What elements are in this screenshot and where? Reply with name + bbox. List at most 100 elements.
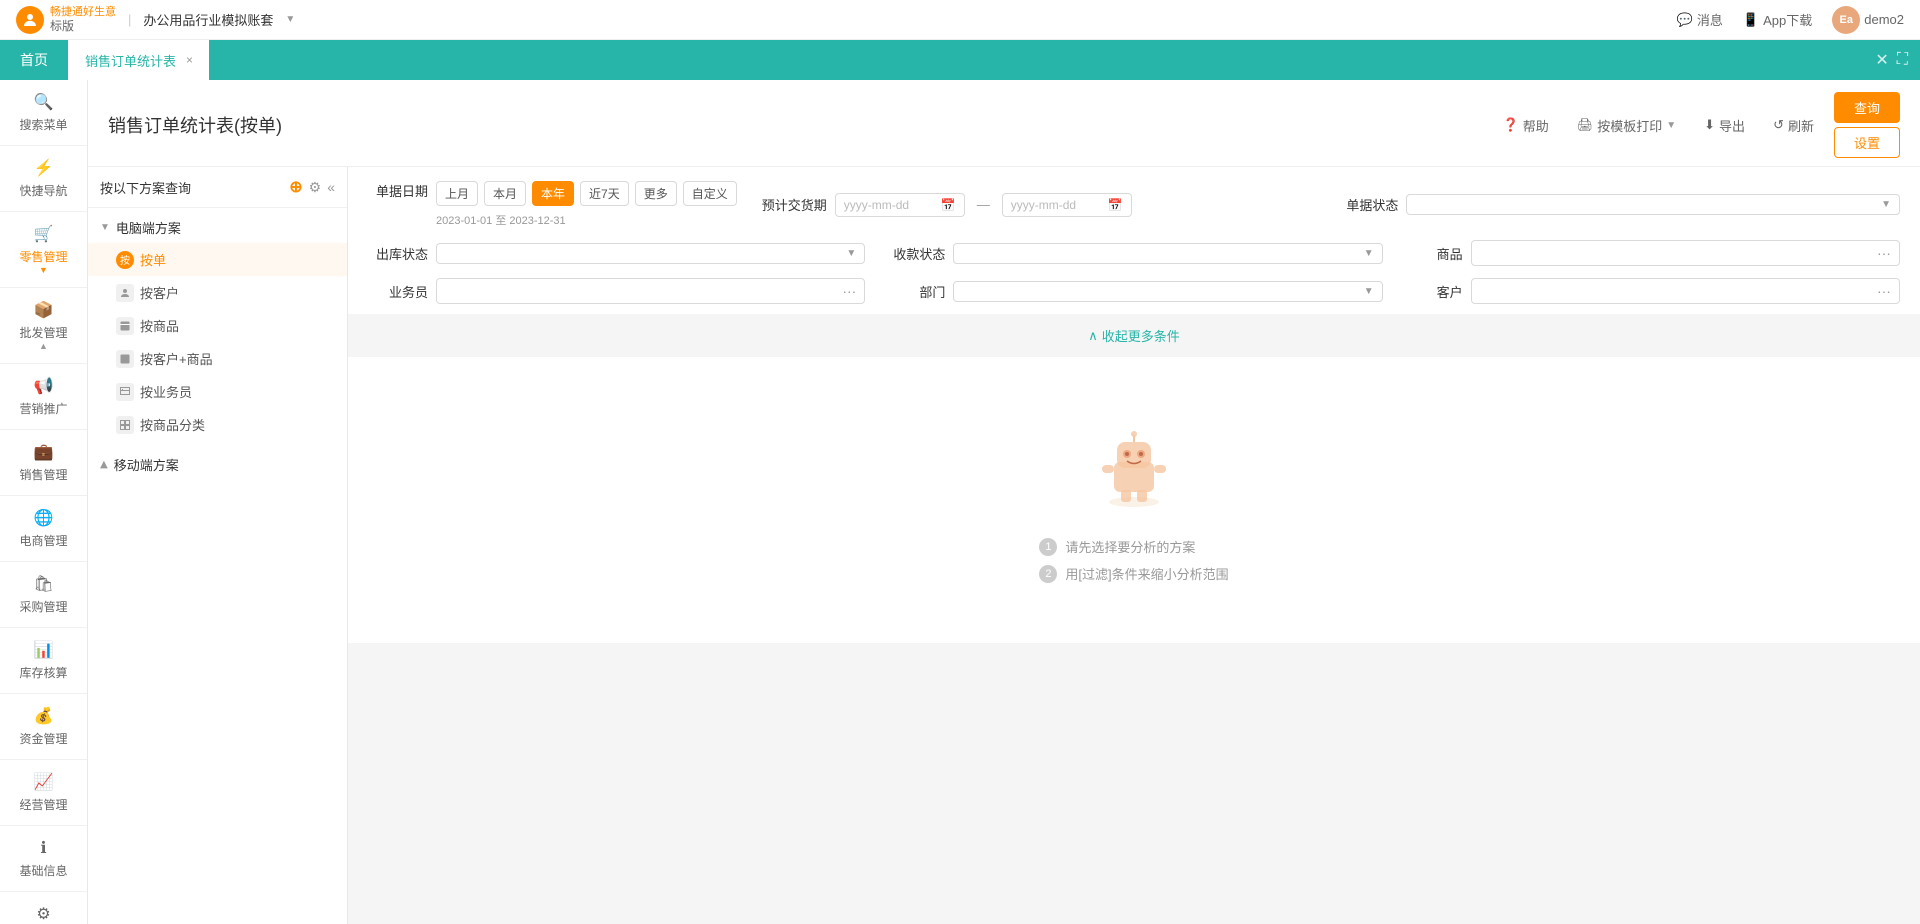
sales-icon: 💼 [34,442,54,462]
desktop-group-arrow: ▼ [100,222,110,233]
sidebar-item-nav[interactable]: ⚡ 快捷导航 [0,146,87,212]
avatar: Ea [1832,6,1860,34]
department-select[interactable]: ▼ [953,281,1382,302]
message-button[interactable]: 💬 消息 [1677,10,1723,29]
date-btn-custom[interactable]: 自定义 [683,181,737,206]
ecommerce-icon: 🌐 [34,508,54,528]
sidebar-item-wholesale[interactable]: 📦 批发管理 ▲ [0,288,87,364]
search-icon: 🔍 [34,92,54,112]
status-select[interactable]: ▼ [1406,194,1900,215]
help-button[interactable]: ❓ 帮助 [1495,112,1557,139]
sidebar-item-retail[interactable]: 🛒 零售管理 ▼ [0,212,87,288]
tab-close-icon[interactable]: × [186,53,193,67]
refresh-icon: ↺ [1773,117,1784,133]
sidebar-item-sales[interactable]: 💼 销售管理 [0,430,87,496]
header-right: 💬 消息 📱 App下载 Ea demo2 [1677,6,1904,34]
payment-select[interactable]: ▼ [953,243,1382,264]
by-salesperson-icon [116,383,134,401]
sidebar-item-search[interactable]: 🔍 搜索菜单 [0,80,87,146]
page-header: 销售订单统计表(按单) ❓ 帮助 🖨 按模板打印 ▼ ⬇ 导出 ↺ 刷新 [88,80,1920,167]
breadcrumb-dropdown-icon[interactable]: ▼ [285,14,295,25]
department-label: 部门 [885,282,945,301]
goods-filter: 商品 ··· [1403,240,1900,266]
salesperson-filter: 业务员 ··· [368,278,865,304]
department-dropdown-icon: ▼ [1364,286,1374,297]
breadcrumb-divider: | [128,12,131,27]
goods-select[interactable]: ··· [1471,240,1900,266]
salesperson-select[interactable]: ··· [436,278,865,304]
tab-bar-right: ✕ ⛶ [1875,50,1920,70]
refresh-button[interactable]: ↺ 刷新 [1765,112,1822,139]
calendar-icon: 📅 [941,198,956,212]
scheme-item-by-category[interactable]: 按商品分类 [88,408,347,441]
scheme-item-by-order[interactable]: 按 按单 [88,243,347,276]
tab-home[interactable]: 首页 [0,40,68,80]
shipment-select[interactable]: ▼ [436,243,865,264]
purchase-icon: 🛍 [33,574,53,594]
tip-2-num: 2 [1039,565,1057,583]
date-btn-7days[interactable]: 近7天 [580,181,629,206]
date-btn-more[interactable]: 更多 [635,181,677,206]
tab-bar: 首页 销售订单统计表 × ✕ ⛶ [0,40,1920,80]
window-expand-icon[interactable]: ⛶ [1897,51,1908,69]
filter-row-2: 出库状态 ▼ 收款状态 ▼ [368,240,1900,266]
by-customer-icon [116,284,134,302]
user-menu[interactable]: Ea demo2 [1832,6,1904,34]
scheme-item-by-customer[interactable]: 按客户 [88,276,347,309]
salesperson-label: 业务员 [368,282,428,301]
sidebar-item-operation[interactable]: 📈 经营管理 [0,760,87,826]
department-filter: 部门 ▼ [885,281,1382,302]
by-category-icon [116,416,134,434]
export-button[interactable]: ⬇ 导出 [1696,112,1753,139]
date-label: 单据日期 [368,181,428,200]
finance-icon: 💰 [34,706,54,726]
scheme-item-by-salesperson[interactable]: 按业务员 [88,375,347,408]
query-button[interactable]: 查询 [1834,92,1900,123]
salesperson-dots: ··· [842,283,856,299]
help-icon: ❓ [1503,117,1519,133]
settings-scheme-icon[interactable]: ⚙ [309,179,322,196]
collapse-icon: ∧ [1088,328,1098,344]
expected-date-start[interactable]: yyyy-mm-dd 📅 [835,193,965,217]
logo-area: 畅捷通好生意 标版 [16,6,116,34]
sidebar-item-basic[interactable]: ℹ 基础信息 [0,826,87,892]
customer-select[interactable]: ··· [1471,278,1900,304]
collapse-scheme-icon[interactable]: « [327,179,335,195]
goods-dots: ··· [1877,245,1891,261]
mobile-scheme-header[interactable]: ▶ 移动端方案 [88,449,347,480]
date-range-display: 2023-01-01 至 2023-12-31 [436,212,737,228]
date-btn-last-month[interactable]: 上月 [436,181,478,206]
by-goods-icon [116,317,134,335]
mobile-scheme-group: ▶ 移动端方案 [88,445,347,484]
scheme-item-by-customer-goods[interactable]: 按客户+商品 [88,342,347,375]
main-layout: 🔍 搜索菜单 ⚡ 快捷导航 🛒 零售管理 ▼ 📦 批发管理 ▲ 📢 营销推广 💼… [0,80,1920,924]
scheme-item-by-goods[interactable]: 按商品 [88,309,347,342]
tab-sales-order[interactable]: 销售订单统计表 × [68,40,209,80]
tip-1-text: 请先选择要分析的方案 [1065,537,1195,556]
expected-date-end[interactable]: yyyy-mm-dd 📅 [1002,193,1132,217]
add-scheme-icon[interactable]: ⊕ [289,177,302,197]
status-dropdown-icon: ▼ [1881,199,1891,210]
expected-date-label: 预计交货期 [757,195,827,214]
message-icon: 💬 [1677,12,1693,28]
desktop-scheme-group: ▼ 电脑端方案 按 按单 按客户 [88,208,347,445]
sidebar-item-purchase[interactable]: 🛍 采购管理 [0,562,87,628]
goods-label: 商品 [1403,244,1463,263]
sidebar-item-system[interactable]: ⚙ 系统管理 [0,892,87,924]
status-filter: 单据状态 ▼ [1338,194,1900,215]
mobile-group-arrow: ▶ [98,461,109,469]
collapse-bar[interactable]: ∧ 收起更多条件 [348,314,1920,357]
print-button[interactable]: 🖨 按模板打印 ▼ [1569,112,1684,139]
settings-button[interactable]: 设置 [1834,127,1900,158]
date-btn-this-year[interactable]: 本年 [532,181,574,206]
sidebar-item-ecommerce[interactable]: 🌐 电商管理 [0,496,87,562]
sidebar-item-marketing[interactable]: 📢 营销推广 [0,364,87,430]
sidebar-item-finance[interactable]: 💰 资金管理 [0,694,87,760]
app-download-button[interactable]: 📱 App下载 [1743,10,1812,29]
date-btn-this-month[interactable]: 本月 [484,181,526,206]
window-close-icon[interactable]: ✕ [1875,50,1888,70]
two-panel: 按以下方案查询 ⊕ ⚙ « ▼ 电脑端方案 按 按单 [88,167,1920,924]
sidebar-item-inventory[interactable]: 📊 库存核算 [0,628,87,694]
desktop-group-header[interactable]: ▼ 电脑端方案 [88,212,347,243]
status-label: 单据状态 [1338,195,1398,214]
